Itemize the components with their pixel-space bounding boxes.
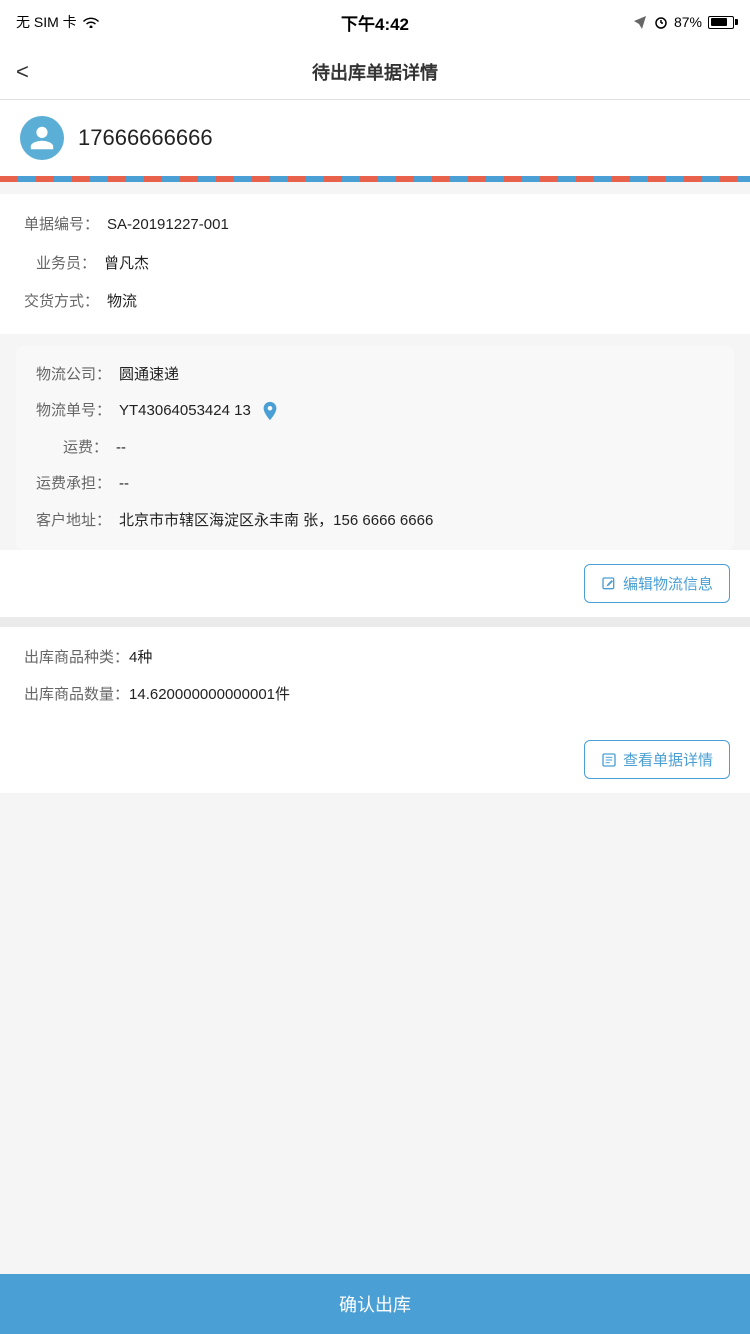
delivery-method-label: 交货方式： [24,291,107,314]
tracking-no-label: 物流单号： [36,400,119,423]
logistics-company-value: 圆通速递 [119,364,714,387]
edit-icon [601,576,617,592]
logistics-card: 物流公司： 圆通速递 物流单号： YT43064053424 13 运费： --… [16,346,734,551]
bottom-spacer [0,793,750,1274]
freight-bearer-row: 运费承担： -- [36,473,714,496]
address-row: 客户地址： 北京市市辖区海淀区永丰南 张，156 6666 6666 [36,510,714,533]
salesperson-label: 业务员： [24,253,104,276]
order-info-section: 单据编号： SA-20191227-001 业务员： 曾凡杰 交货方式： 物流 [0,194,750,334]
tracking-no-row: 物流单号： YT43064053424 13 [36,400,714,423]
person-icon [28,124,56,152]
edit-logistics-button[interactable]: 编辑物流信息 [584,564,730,603]
dashed-divider [0,176,750,182]
goods-types-label: 出库商品种类： [24,647,129,670]
freight-label: 运费： [36,437,116,460]
view-details-button[interactable]: 查看单据详情 [584,740,730,779]
goods-types-row: 出库商品种类： 4种 [24,647,726,670]
salesperson-row: 业务员： 曾凡杰 [24,253,726,276]
logistics-company-label: 物流公司： [36,364,119,387]
status-left: 无 SIM 卡 [16,12,99,32]
phone-number: 17666666666 [78,125,213,151]
freight-bearer-label: 运费承担： [36,473,119,496]
goods-section: 出库商品种类： 4种 出库商品数量： 14.620000000000001件 [0,627,750,726]
wifi-icon [83,16,99,28]
status-right: 87% [632,14,734,30]
page-title: 待出库单据详情 [312,59,438,85]
address-value: 北京市市辖区海淀区永丰南 张，156 6666 6666 [119,510,714,533]
salesperson-value: 曾凡杰 [104,253,726,276]
section-separator [0,617,750,627]
battery-icon [708,16,734,29]
order-no-value: SA-20191227-001 [107,214,726,237]
edit-btn-container: 编辑物流信息 [0,550,750,617]
freight-row: 运费： -- [36,437,714,460]
location-arrow-icon [632,14,648,30]
status-bar: 无 SIM 卡 下午4:42 87% [0,0,750,44]
battery-percent: 87% [674,14,702,30]
tracking-no-value: YT43064053424 13 [119,400,714,423]
list-icon [601,752,617,768]
carrier-text: 无 SIM 卡 [16,12,77,32]
confirm-btn-container: 确认出库 [0,1274,750,1334]
goods-types-value: 4种 [129,647,152,670]
freight-value: -- [116,437,714,460]
logistics-company-row: 物流公司： 圆通速递 [36,364,714,387]
address-label: 客户地址： [36,510,119,533]
order-no-label: 单据编号： [24,214,107,237]
goods-quantity-label: 出库商品数量： [24,684,129,707]
avatar [20,116,64,160]
order-no-row: 单据编号： SA-20191227-001 [24,214,726,237]
confirm-outbound-button[interactable]: 确认出库 [0,1274,750,1334]
phone-section: 17666666666 [0,100,750,176]
status-time: 下午4:42 [341,10,409,35]
back-button[interactable]: < [8,55,37,89]
goods-quantity-row: 出库商品数量： 14.620000000000001件 [24,684,726,707]
goods-quantity-value: 14.620000000000001件 [129,684,290,707]
tracking-location-icon[interactable] [259,400,281,422]
freight-bearer-value: -- [119,473,714,496]
nav-bar: < 待出库单据详情 [0,44,750,100]
alarm-icon [654,15,668,29]
view-btn-container: 查看单据详情 [0,726,750,793]
delivery-method-value: 物流 [107,291,726,314]
delivery-method-row: 交货方式： 物流 [24,291,726,314]
